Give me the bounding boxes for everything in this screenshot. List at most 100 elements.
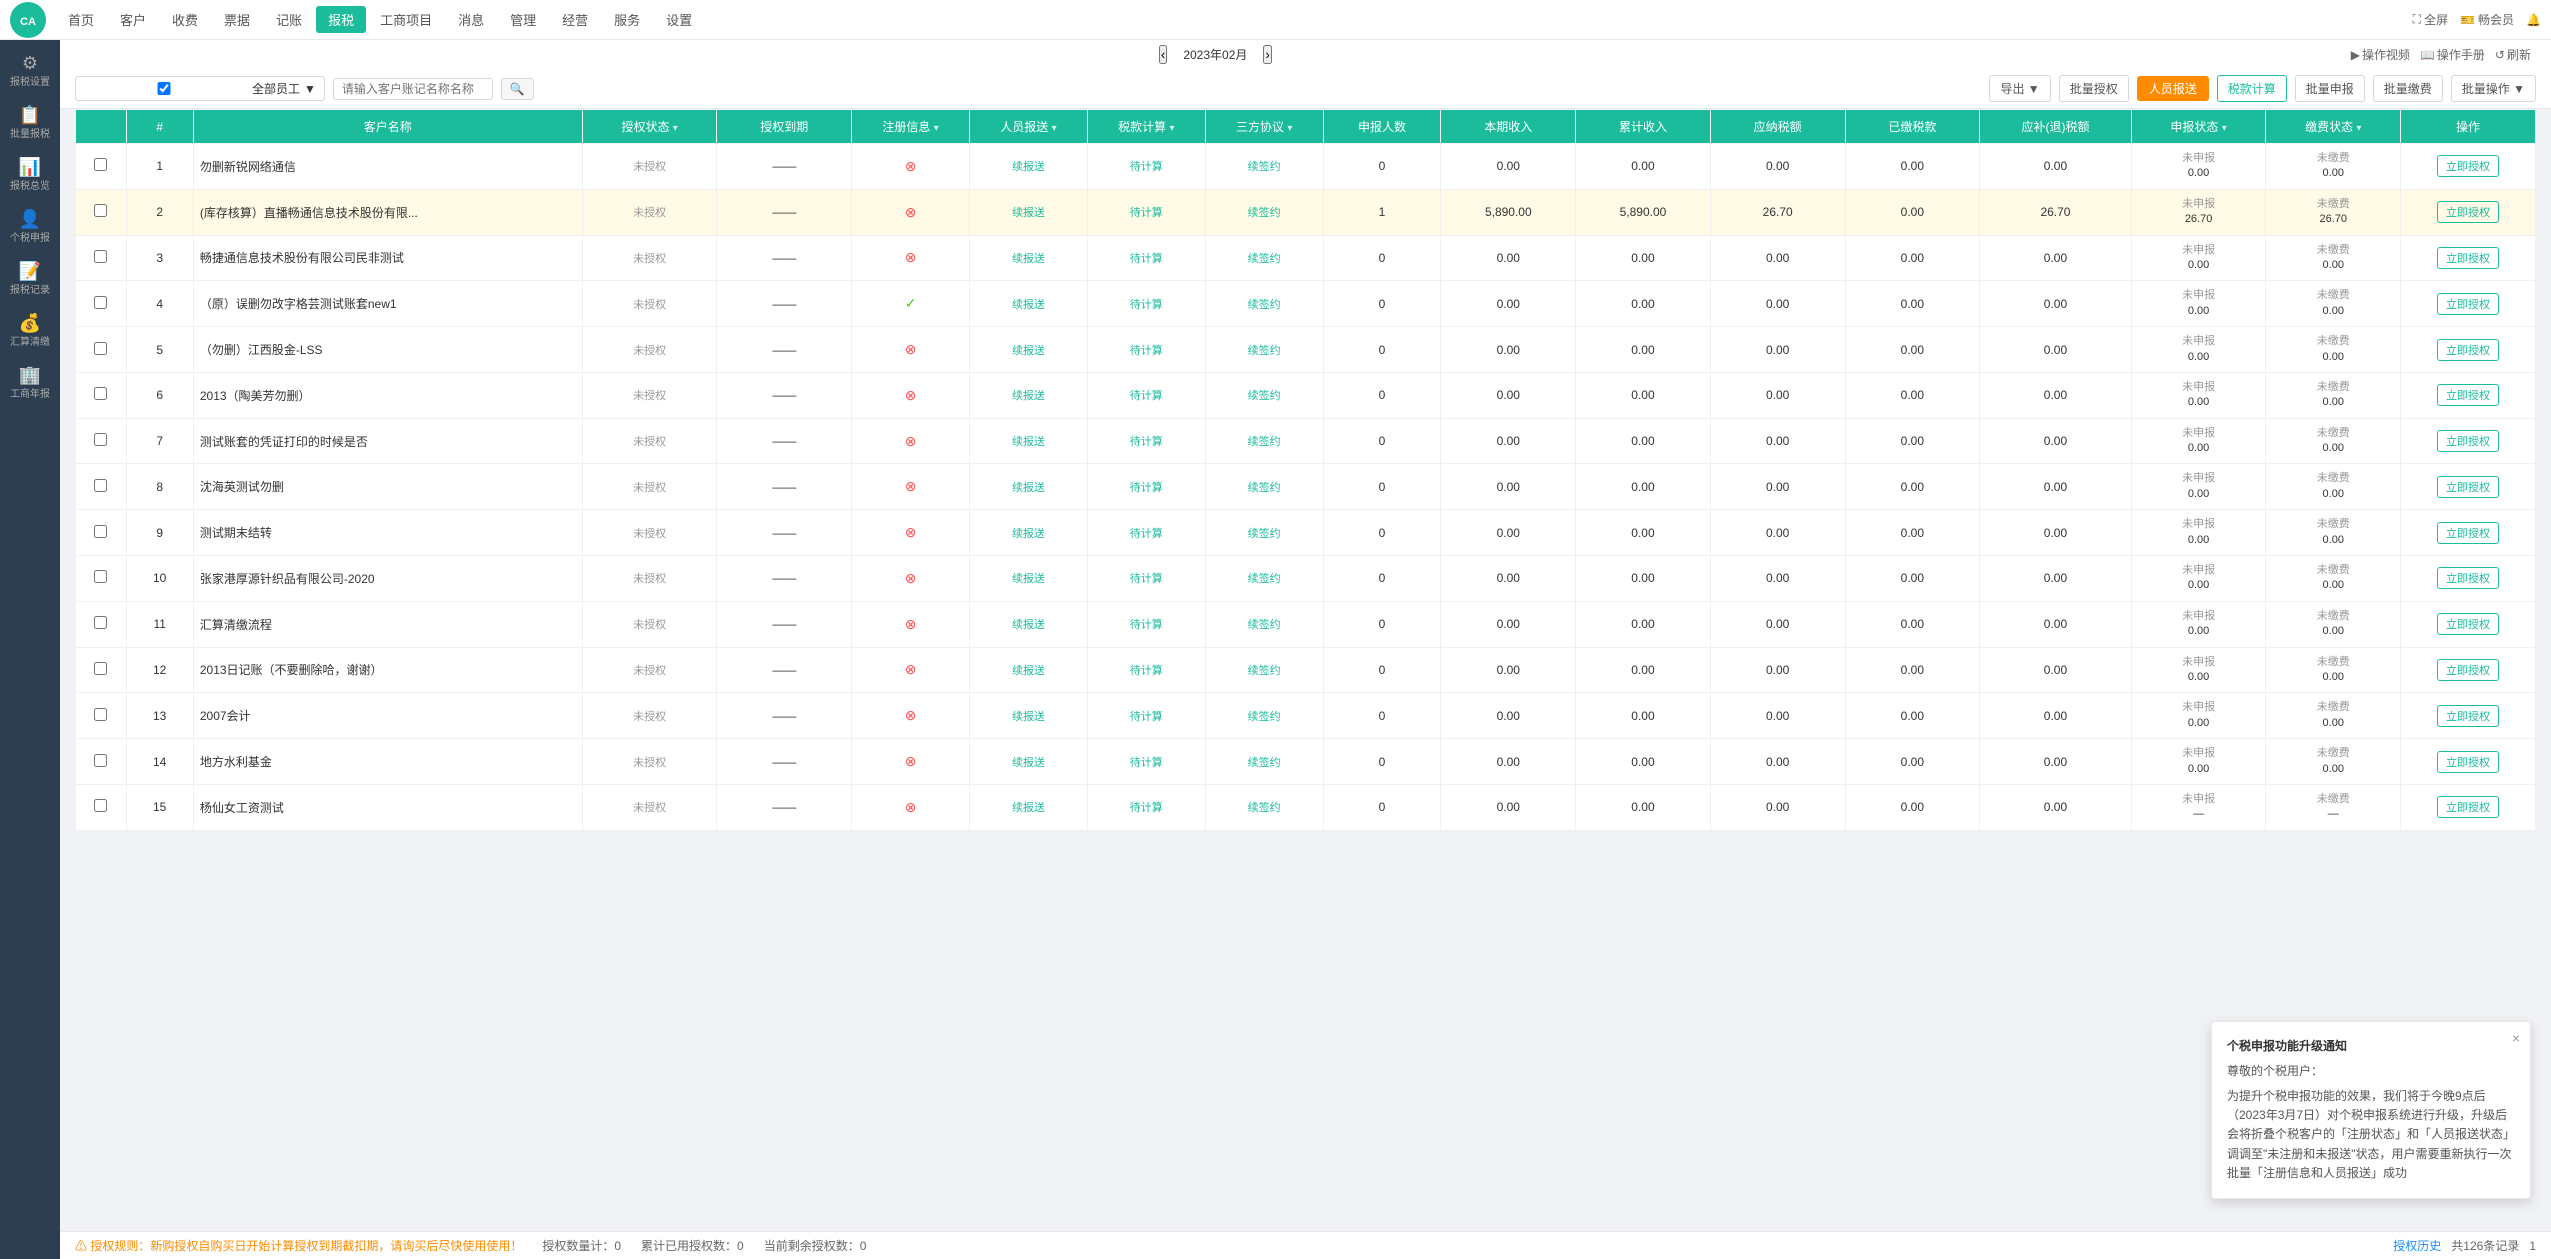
- tax-calc-link[interactable]: 待计算: [1087, 327, 1205, 373]
- sidebar-item-报税记录[interactable]: 📝报税记录: [0, 253, 60, 305]
- third-party-link[interactable]: 续签约: [1205, 464, 1323, 510]
- third-party-link[interactable]: 续签约: [1205, 235, 1323, 281]
- manual-btn[interactable]: 📖 操作手册: [2420, 46, 2485, 63]
- fullscreen-btn[interactable]: ⛶ 全屏: [2413, 11, 2448, 28]
- batch-report-btn[interactable]: 批量申报: [2295, 75, 2365, 102]
- sidebar-item-报税设置[interactable]: ⚙报税设置: [0, 45, 60, 97]
- person-report-link[interactable]: 续报送: [970, 510, 1088, 556]
- row-checkbox[interactable]: [94, 158, 107, 171]
- immediate-auth-btn[interactable]: 立即授权: [2437, 476, 2499, 498]
- nav-item-首页[interactable]: 首页: [56, 6, 106, 33]
- row-checkbox[interactable]: [94, 342, 107, 355]
- row-checkbox[interactable]: [94, 525, 107, 538]
- sidebar-item-汇算清缴[interactable]: 💰汇算清缴: [0, 305, 60, 357]
- nav-item-客户[interactable]: 客户: [108, 6, 158, 33]
- sidebar-item-工商年报[interactable]: 🏢工商年报: [0, 357, 60, 409]
- row-checkbox[interactable]: [94, 296, 107, 309]
- person-report-btn[interactable]: 人员报送: [2137, 76, 2209, 101]
- person-report-link[interactable]: 续报送: [970, 327, 1088, 373]
- row-checkbox[interactable]: [94, 387, 107, 400]
- sidebar-item-报税总览[interactable]: 📊报税总览: [0, 149, 60, 201]
- table-header-税款计算[interactable]: 税款计算 ▾: [1087, 110, 1205, 144]
- sidebar-item-批量报税[interactable]: 📋批量报税: [0, 97, 60, 149]
- third-party-link[interactable]: 续签约: [1205, 784, 1323, 830]
- row-checkbox[interactable]: [94, 479, 107, 492]
- tax-calc-link[interactable]: 待计算: [1087, 510, 1205, 556]
- sidebar-item-个税申报[interactable]: 👤个税申报: [0, 201, 60, 253]
- immediate-auth-btn[interactable]: 立即授权: [2437, 613, 2499, 635]
- prev-month-btn[interactable]: ‹: [1159, 45, 1167, 64]
- table-header-缴费状态[interactable]: 缴费状态 ▾: [2266, 110, 2401, 144]
- row-checkbox[interactable]: [94, 616, 107, 629]
- nav-item-记账[interactable]: 记账: [264, 6, 314, 33]
- nav-item-消息[interactable]: 消息: [446, 6, 496, 33]
- batch-auth-btn[interactable]: 批量授权: [2059, 75, 2129, 102]
- tax-calc-btn[interactable]: 税款计算: [2217, 75, 2287, 102]
- tax-calc-link[interactable]: 待计算: [1087, 693, 1205, 739]
- third-party-link[interactable]: 续签约: [1205, 281, 1323, 327]
- nav-item-票据[interactable]: 票据: [212, 6, 262, 33]
- third-party-link[interactable]: 续签约: [1205, 647, 1323, 693]
- table-header-三方协议[interactable]: 三方协议 ▾: [1205, 110, 1323, 144]
- tax-calc-link[interactable]: 待计算: [1087, 739, 1205, 785]
- row-checkbox[interactable]: [94, 570, 107, 583]
- third-party-link[interactable]: 续签约: [1205, 418, 1323, 464]
- immediate-auth-btn[interactable]: 立即授权: [2437, 384, 2499, 406]
- batch-ops-btn[interactable]: 批量操作 ▼: [2451, 75, 2536, 102]
- person-report-link[interactable]: 续报送: [970, 647, 1088, 693]
- row-checkbox[interactable]: [94, 662, 107, 675]
- all-employee-checkbox[interactable]: [84, 82, 244, 95]
- immediate-auth-btn[interactable]: 立即授权: [2437, 201, 2499, 223]
- table-header-注册信息[interactable]: 注册信息 ▾: [852, 110, 970, 144]
- row-checkbox[interactable]: [94, 250, 107, 263]
- notification-bell-icon[interactable]: 🔔: [2526, 13, 2541, 27]
- person-report-link[interactable]: 续报送: [970, 372, 1088, 418]
- next-month-btn[interactable]: ›: [1263, 45, 1271, 64]
- video-tutorial-btn[interactable]: ▶ 操作视频: [2351, 46, 2410, 63]
- third-party-link[interactable]: 续签约: [1205, 372, 1323, 418]
- employee-filter[interactable]: 全部员工 ▼: [75, 76, 325, 101]
- third-party-link[interactable]: 续签约: [1205, 556, 1323, 602]
- person-report-link[interactable]: 续报送: [970, 601, 1088, 647]
- row-checkbox[interactable]: [94, 708, 107, 721]
- nav-item-设置[interactable]: 设置: [654, 6, 704, 33]
- search-btn[interactable]: 🔍: [501, 78, 534, 100]
- tax-calc-link[interactable]: 待计算: [1087, 784, 1205, 830]
- export-btn[interactable]: 导出 ▼: [1989, 75, 2050, 102]
- immediate-auth-btn[interactable]: 立即授权: [2437, 247, 2499, 269]
- nav-item-报税[interactable]: 报税: [316, 6, 366, 33]
- person-report-link[interactable]: 续报送: [970, 418, 1088, 464]
- person-report-link[interactable]: 续报送: [970, 189, 1088, 235]
- immediate-auth-btn[interactable]: 立即授权: [2437, 705, 2499, 727]
- table-header-授权状态[interactable]: 授权状态 ▾: [582, 110, 717, 144]
- person-report-link[interactable]: 续报送: [970, 281, 1088, 327]
- person-report-link[interactable]: 续报送: [970, 784, 1088, 830]
- vip-btn[interactable]: 🎫 畅会员: [2460, 11, 2514, 28]
- notification-close-btn[interactable]: ×: [2512, 1030, 2520, 1046]
- search-input[interactable]: [333, 78, 493, 100]
- immediate-auth-btn[interactable]: 立即授权: [2437, 659, 2499, 681]
- tax-calc-link[interactable]: 待计算: [1087, 372, 1205, 418]
- immediate-auth-btn[interactable]: 立即授权: [2437, 339, 2499, 361]
- nav-item-工商项目[interactable]: 工商项目: [368, 6, 444, 33]
- tax-calc-link[interactable]: 待计算: [1087, 144, 1205, 190]
- nav-item-经营[interactable]: 经营: [550, 6, 600, 33]
- refresh-btn[interactable]: ↺ 刷新: [2495, 46, 2531, 63]
- app-logo[interactable]: CA: [10, 2, 46, 38]
- row-checkbox[interactable]: [94, 204, 107, 217]
- tax-calc-link[interactable]: 待计算: [1087, 464, 1205, 510]
- tax-calc-link[interactable]: 待计算: [1087, 647, 1205, 693]
- immediate-auth-btn[interactable]: 立即授权: [2437, 567, 2499, 589]
- table-header-人员报送[interactable]: 人员报送 ▾: [970, 110, 1088, 144]
- person-report-link[interactable]: 续报送: [970, 739, 1088, 785]
- immediate-auth-btn[interactable]: 立即授权: [2437, 796, 2499, 818]
- third-party-link[interactable]: 续签约: [1205, 693, 1323, 739]
- immediate-auth-btn[interactable]: 立即授权: [2437, 155, 2499, 177]
- immediate-auth-btn[interactable]: 立即授权: [2437, 430, 2499, 452]
- tax-calc-link[interactable]: 待计算: [1087, 235, 1205, 281]
- tax-calc-link[interactable]: 待计算: [1087, 556, 1205, 602]
- third-party-link[interactable]: 续签约: [1205, 189, 1323, 235]
- third-party-link[interactable]: 续签约: [1205, 601, 1323, 647]
- nav-item-管理[interactable]: 管理: [498, 6, 548, 33]
- person-report-link[interactable]: 续报送: [970, 235, 1088, 281]
